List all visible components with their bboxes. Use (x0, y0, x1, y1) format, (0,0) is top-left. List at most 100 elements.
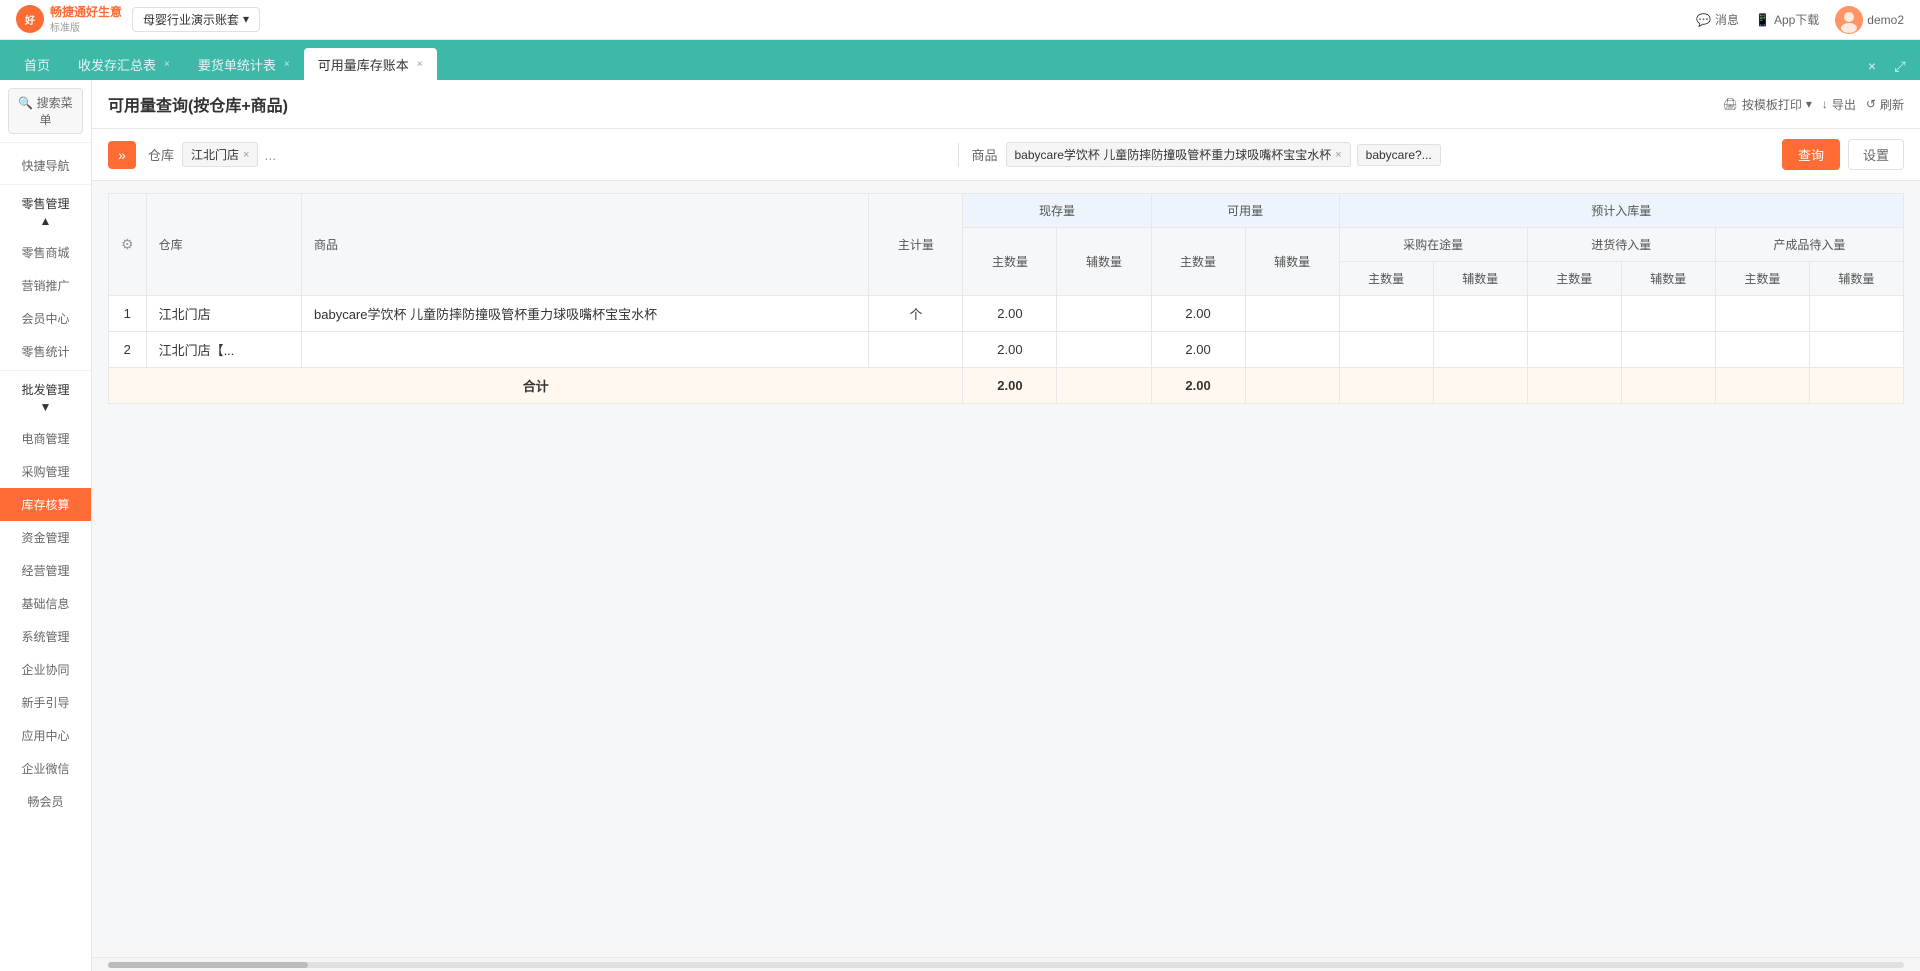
tab-available-inventory-close[interactable]: × (417, 59, 423, 70)
search-icon: 🔍 (18, 96, 33, 110)
cell-purchase-transit-main (1339, 296, 1433, 332)
search-menu-label: 搜索菜单 (37, 96, 73, 127)
cell-current-aux-qty (1057, 296, 1151, 332)
message-label: 消息 (1715, 11, 1739, 28)
sidebar-member-center-label: 会员中心 (21, 310, 69, 327)
sidebar-item-retail-stats[interactable]: 零售统计 (0, 335, 91, 368)
refresh-icon: ↺ (1866, 97, 1876, 111)
cell-available-aux-qty (1245, 296, 1339, 332)
th-current-aux-qty: 辅数量 (1057, 228, 1151, 296)
app-download-action[interactable]: 📱 App下载 (1755, 11, 1819, 28)
print-by-template-btn[interactable]: 🖨 按模板打印 ▾ (1723, 96, 1812, 113)
sidebar-item-finance-mgmt[interactable]: 资金管理 (0, 521, 91, 554)
tab-available-inventory[interactable]: 可用量库存账本 × (304, 48, 437, 80)
query-button[interactable]: 查询 (1782, 139, 1840, 170)
cell-available-aux-qty (1245, 332, 1339, 368)
sidebar-item-vip-member[interactable]: 畅会员 (0, 785, 91, 818)
th-available: 可用量 (1151, 194, 1339, 228)
user-area[interactable]: demo2 (1835, 6, 1904, 34)
th-purchase-pending-main: 主数量 (1527, 262, 1621, 296)
filter-toggle-btn[interactable]: » (108, 141, 136, 169)
th-purchase-in-transit: 采购在途量 (1339, 228, 1527, 262)
expand-btn[interactable]: ⤢ (1890, 56, 1910, 76)
tab-available-inventory-label: 可用量库存账本 (318, 55, 409, 74)
tab-bar-right: × ⤢ (1862, 56, 1910, 80)
table-wrapper[interactable]: ⚙ 仓库 商品 主计量 现存量 可用量 预计入库量 主数量 辅数量 主数量 辅数… (92, 181, 1920, 957)
th-current-stock: 现存量 (963, 194, 1151, 228)
sidebar-system-mgmt-label: 系统管理 (21, 628, 69, 645)
tab-receipt-summary-close[interactable]: × (164, 59, 170, 70)
cell-current-main-qty: 2.00 (963, 332, 1057, 368)
sidebar-retail-stats-label: 零售统计 (21, 343, 69, 360)
sidebar-item-basic-info[interactable]: 基础信息 (0, 587, 91, 620)
th-planned-inbound: 预计入库量 (1339, 194, 1903, 228)
sidebar-item-operations-mgmt[interactable]: 经营管理 (0, 554, 91, 587)
warehouse-filter-more[interactable]: ... (264, 147, 276, 163)
th-settings[interactable]: ⚙ (109, 194, 147, 296)
chevron-down-icon: ▾ (243, 12, 249, 26)
message-icon: 💬 (1696, 13, 1711, 27)
sidebar-ecommerce-mgmt-label: 电商管理 (21, 430, 69, 447)
sidebar-item-purchase-mgmt[interactable]: 采购管理 (0, 455, 91, 488)
th-main-unit: 主计量 (869, 194, 963, 296)
close-all-tabs-btn[interactable]: × (1862, 56, 1882, 76)
tab-receipt-summary-label: 收发存汇总表 (78, 55, 156, 74)
cell-purchase-pending-main (1527, 296, 1621, 332)
cell-production-pending-main (1715, 296, 1809, 332)
sidebar-item-retail-mgmt[interactable]: 零售管理 ▲ (0, 187, 91, 236)
tab-order-stats[interactable]: 要货单统计表 × (184, 48, 304, 80)
footer-available-aux-qty (1245, 368, 1339, 404)
footer-purchase-pending-main (1527, 368, 1621, 404)
th-goods: 商品 (302, 194, 869, 296)
sidebar-item-wholesale-mgmt[interactable]: 批发管理 ▼ (0, 373, 91, 422)
tab-order-stats-label: 要货单统计表 (198, 55, 276, 74)
product-tag-babycare2[interactable]: babycare?... (1357, 144, 1441, 166)
cell-main-unit: 个 (869, 296, 963, 332)
cell-production-pending-main (1715, 332, 1809, 368)
sidebar-retail-mgmt-label: 零售管理 (21, 195, 69, 212)
sidebar-item-ecommerce-mgmt[interactable]: 电商管理 (0, 422, 91, 455)
tab-home-label: 首页 (24, 55, 50, 74)
sidebar-item-retail-mall[interactable]: 零售商城 (0, 236, 91, 269)
filter-toggle-icon: » (118, 147, 126, 163)
sidebar-item-app-center[interactable]: 应用中心 (0, 719, 91, 752)
sidebar-item-member-center[interactable]: 会员中心 (0, 302, 91, 335)
cell-warehouse: 江北门店 (146, 296, 301, 332)
th-purchase-pending-aux: 辅数量 (1621, 262, 1715, 296)
warehouse-tag-jiangbei[interactable]: 江北门店 × (182, 142, 258, 167)
sidebar-item-inventory-check[interactable]: 库存核算 (0, 488, 91, 521)
message-action[interactable]: 💬 消息 (1696, 11, 1739, 28)
export-btn[interactable]: ↓ 导出 (1822, 96, 1856, 113)
tab-order-stats-close[interactable]: × (284, 59, 290, 70)
sidebar-item-marketing[interactable]: 营销推广 (0, 269, 91, 302)
th-purchase-transit-aux: 辅数量 (1433, 262, 1527, 296)
sidebar-item-quick-nav[interactable]: 快捷导航 (0, 149, 91, 182)
sidebar-item-system-mgmt[interactable]: 系统管理 (0, 620, 91, 653)
bottom-scroll[interactable] (92, 957, 1920, 971)
sidebar-enterprise-wechat-label: 企业微信 (21, 760, 69, 777)
scroll-thumb (108, 962, 308, 968)
cell-purchase-pending-aux (1621, 332, 1715, 368)
product-tag-babycare2-label: babycare?... (1366, 148, 1432, 162)
th-available-main-qty: 主数量 (1151, 228, 1245, 296)
product-tag-babycare-close[interactable]: × (1335, 149, 1341, 161)
product-tag-babycare[interactable]: babycare学饮杯 儿童防摔防撞吸管杯重力球吸嘴杯宝宝水杯 × (1006, 142, 1351, 167)
top-bar-right: 💬 消息 📱 App下载 demo2 (1696, 6, 1904, 34)
app-download-label: App下载 (1774, 11, 1819, 28)
sidebar-quick-nav-label: 快捷导航 (21, 157, 69, 174)
app-icon: 📱 (1755, 13, 1770, 27)
warehouse-tag-jiangbei-close[interactable]: × (243, 149, 249, 161)
cell-main-unit (869, 332, 963, 368)
sidebar-item-enterprise-collab[interactable]: 企业协同 (0, 653, 91, 686)
cell-goods (302, 332, 869, 368)
refresh-btn[interactable]: ↺ 刷新 (1866, 96, 1904, 113)
sidebar-item-enterprise-wechat[interactable]: 企业微信 (0, 752, 91, 785)
page-title: 可用量查询(按仓库+商品) (108, 92, 288, 128)
search-menu-btn[interactable]: 🔍 搜索菜单 (8, 88, 83, 134)
industry-select[interactable]: 母婴行业演示账套 ▾ (132, 7, 260, 32)
setting-button[interactable]: 设置 (1848, 139, 1904, 170)
sidebar-item-new-guide[interactable]: 新手引导 (0, 686, 91, 719)
settings-icon[interactable]: ⚙ (121, 236, 134, 252)
tab-home[interactable]: 首页 (10, 48, 64, 80)
tab-receipt-summary[interactable]: 收发存汇总表 × (64, 48, 184, 80)
